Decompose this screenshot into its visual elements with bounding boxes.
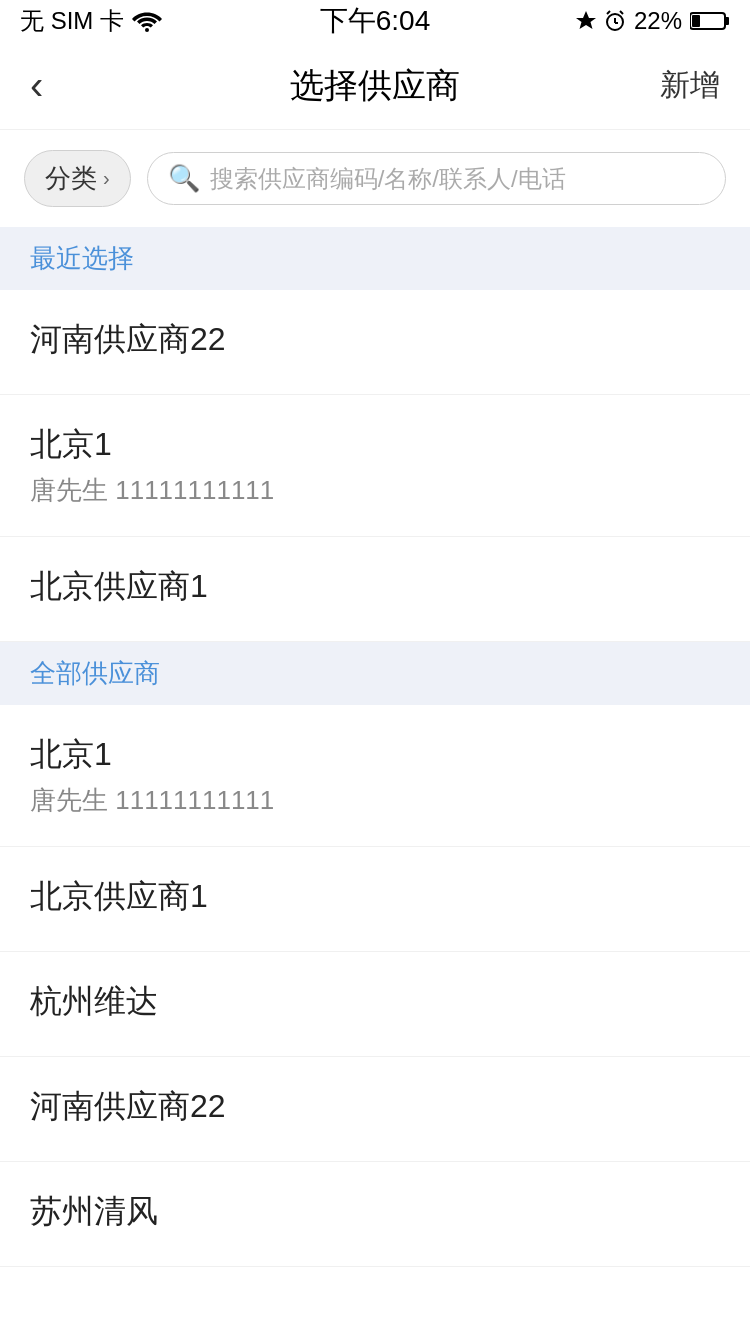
item-name: 北京供应商1 [30, 565, 720, 609]
search-input-wrap: 🔍 [147, 152, 726, 205]
all-list-item[interactable]: 北京供应商1 [0, 847, 750, 952]
svg-rect-7 [725, 17, 729, 25]
no-sim-label: 无 SIM 卡 [20, 5, 124, 37]
battery-label: 22% [634, 7, 682, 35]
svg-rect-8 [692, 15, 700, 27]
chevron-right-icon: › [103, 167, 110, 190]
wifi-icon [132, 10, 162, 32]
svg-point-0 [145, 28, 149, 32]
item-name: 苏州清风 [30, 1190, 720, 1234]
back-button[interactable]: ‹ [30, 63, 90, 108]
item-name: 北京1 [30, 423, 720, 467]
recent-section-label: 最近选择 [30, 243, 134, 273]
recent-list-item[interactable]: 河南供应商22 [0, 290, 750, 395]
alarm-icon [604, 10, 626, 32]
item-name: 河南供应商22 [30, 318, 720, 362]
item-name: 杭州维达 [30, 980, 720, 1024]
all-list-item[interactable]: 苏州清风 [0, 1162, 750, 1267]
add-button[interactable]: 新增 [660, 65, 720, 106]
recent-items-list: 河南供应商22 北京1 唐先生 11111111111 北京供应商1 [0, 290, 750, 642]
all-section-label: 全部供应商 [30, 658, 160, 688]
search-filter-bar: 分类 › 🔍 [0, 130, 750, 227]
item-name: 北京供应商1 [30, 875, 720, 919]
recent-list-item[interactable]: 北京供应商1 [0, 537, 750, 642]
recent-list-item[interactable]: 北京1 唐先生 11111111111 [0, 395, 750, 537]
all-items-list: 北京1 唐先生 11111111111 北京供应商1 杭州维达河南供应商22 苏州清风 [0, 705, 750, 1267]
all-list-item[interactable]: 北京1 唐先生 11111111111 [0, 705, 750, 847]
category-filter-button[interactable]: 分类 › [24, 150, 131, 207]
item-name: 北京1 [30, 733, 720, 777]
search-icon: 🔍 [168, 163, 200, 194]
nav-bar: ‹ 选择供应商 新增 [0, 42, 750, 130]
category-label: 分类 [45, 161, 97, 196]
search-input[interactable] [210, 165, 705, 193]
item-detail: 唐先生 11111111111 [30, 473, 720, 508]
battery-icon [690, 11, 730, 31]
status-right: 22% [576, 7, 730, 35]
item-name: 河南供应商22 [30, 1085, 720, 1129]
status-bar: 无 SIM 卡 下午6:04 22% [0, 0, 750, 42]
recent-section-header: 最近选择 [0, 227, 750, 290]
svg-line-4 [607, 11, 610, 14]
location-icon [576, 11, 596, 31]
item-detail: 唐先生 11111111111 [30, 783, 720, 818]
all-section-header: 全部供应商 [0, 642, 750, 705]
page-title: 选择供应商 [290, 63, 460, 109]
status-left: 无 SIM 卡 [20, 5, 162, 37]
all-list-item[interactable]: 河南供应商22 [0, 1057, 750, 1162]
svg-line-5 [620, 11, 623, 14]
all-list-item[interactable]: 杭州维达 [0, 952, 750, 1057]
status-time: 下午6:04 [320, 2, 431, 40]
